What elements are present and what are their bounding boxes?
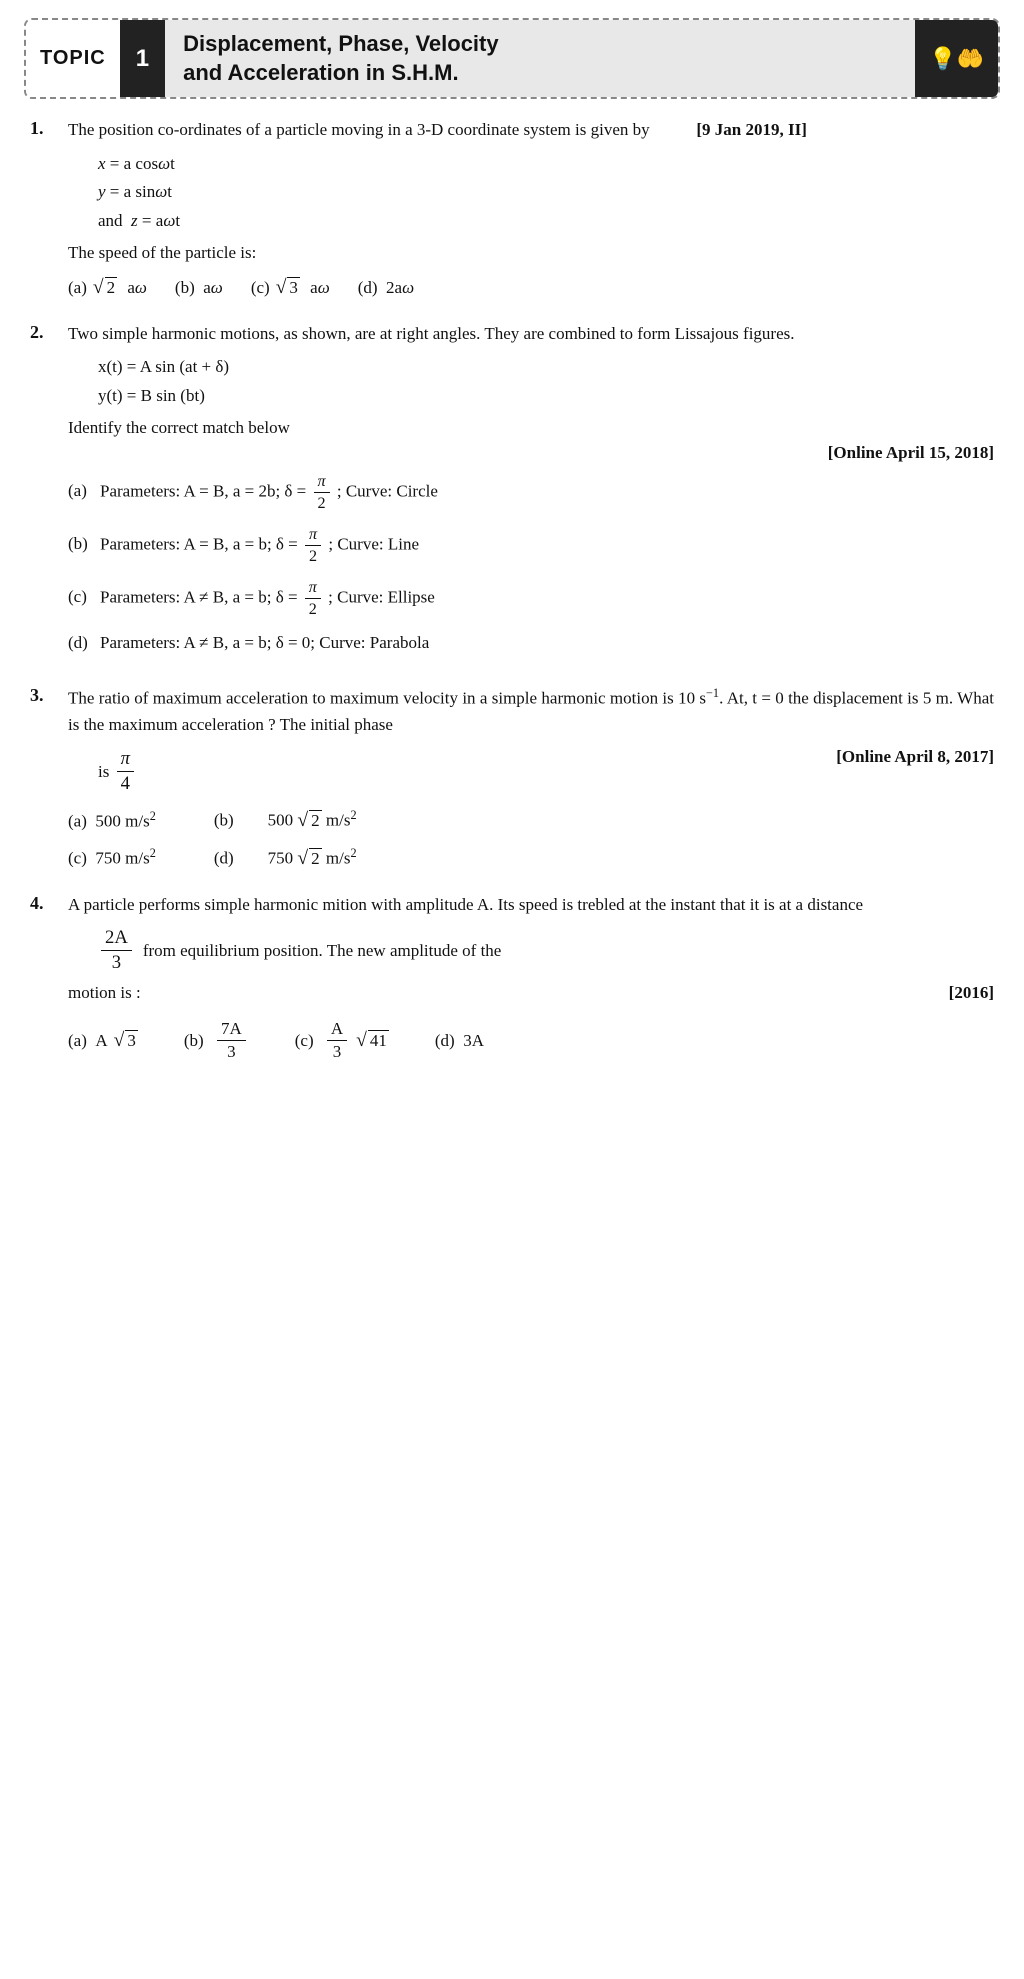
q1-sqrt2: √2 bbox=[93, 277, 117, 299]
q3-text: The ratio of maximum acceleration to max… bbox=[68, 684, 994, 738]
q4-options: (a) A √3 (b) 7A 3 (c) A 3 bbox=[68, 1018, 994, 1067]
q3-option-b: (b) 500 √2 m/s2 bbox=[214, 808, 357, 832]
q1-subtext: The speed of the particle is: bbox=[68, 240, 994, 266]
topic-number: 1 bbox=[120, 20, 165, 97]
q3-options-row1: (a) 500 m/s2 (b) 500 √2 m/s2 bbox=[68, 808, 994, 836]
topic-icon: 💡 🤲 bbox=[915, 20, 998, 97]
q4-option-a: (a) A √3 bbox=[68, 1030, 138, 1052]
q1-option-d: (d) 2aω bbox=[358, 278, 414, 298]
q4-option-d: (d) 3A bbox=[435, 1031, 484, 1051]
q1-equations: x = a cosωt y = a sinωt and z = aωt bbox=[98, 150, 994, 237]
q2-equations: x(t) = A sin (at + δ) y(t) = B sin (bt) bbox=[98, 353, 994, 411]
q2-body: Two simple harmonic motions, as shown, a… bbox=[68, 321, 994, 667]
q1-option-b: (b) aω bbox=[175, 278, 223, 298]
q3-option-c: (c) 750 m/s2 bbox=[68, 846, 156, 870]
topic-text: TOPIC bbox=[40, 47, 106, 70]
q2-option-c: (c) Parameters: A ≠ B, a = b; δ = π 2 ; … bbox=[68, 577, 994, 620]
q4-number: 4. bbox=[30, 892, 68, 914]
q1-eq1: x = a cosωt bbox=[98, 150, 994, 179]
q4-option-b: (b) 7A 3 bbox=[184, 1018, 249, 1063]
q2-eq1: x(t) = A sin (at + δ) bbox=[98, 353, 994, 382]
q1-eq2: y = a sinωt bbox=[98, 178, 994, 207]
q2-option-a: (a) Parameters: A = B, a = 2b; δ = π 2 ;… bbox=[68, 471, 994, 514]
question-2: 2. Two simple harmonic motions, as shown… bbox=[30, 321, 994, 667]
question-1: 1. The position co-ordinates of a partic… bbox=[30, 117, 994, 302]
q3-frac: is π 4 bbox=[98, 747, 137, 797]
q3-options: (a) 500 m/s2 (b) 500 √2 m/s2 (c) bbox=[68, 808, 994, 873]
q3-frac-row: is π 4 [Online April 8, 2017] bbox=[68, 747, 994, 797]
q1-option-c: (c) √3 aω bbox=[251, 277, 330, 299]
q1-text: The position co-ordinates of a particle … bbox=[68, 117, 994, 143]
q4-motion-row: motion is : [2016] bbox=[68, 980, 994, 1006]
q1-options: (a) √2 aω (b) aω (c) √3 aω bbox=[68, 277, 994, 303]
q1-sqrt3: √3 bbox=[276, 277, 300, 299]
q2-number: 2. bbox=[30, 321, 68, 343]
question-4: 4. A particle performs simple harmonic m… bbox=[30, 892, 994, 1068]
topic-label: TOPIC bbox=[26, 20, 120, 97]
q1-ref: [9 Jan 2019, II] bbox=[654, 120, 807, 139]
q3-number: 3. bbox=[30, 684, 68, 706]
hand-icon: 🤲 bbox=[957, 46, 984, 72]
q2-options: (a) Parameters: A = B, a = 2b; δ = π 2 ;… bbox=[68, 471, 994, 656]
q4-subtext: motion is : bbox=[68, 980, 141, 1006]
question-3: 3. The ratio of maximum acceleration to … bbox=[30, 684, 994, 873]
q2-eq2: y(t) = B sin (bt) bbox=[98, 382, 994, 411]
q1-body: The position co-ordinates of a particle … bbox=[68, 117, 994, 302]
q4-text: A particle performs simple harmonic miti… bbox=[68, 892, 994, 918]
q2-option-b: (b) Parameters: A = B, a = b; δ = π 2 ; … bbox=[68, 524, 994, 567]
q3-options-row2: (c) 750 m/s2 (d) 750 √2 m/s2 bbox=[68, 846, 994, 874]
q4-ref: [2016] bbox=[949, 983, 994, 1003]
q3-body: The ratio of maximum acceleration to max… bbox=[68, 684, 994, 873]
lightbulb-icon: 💡 bbox=[929, 46, 956, 72]
q2-text: Two simple harmonic motions, as shown, a… bbox=[68, 321, 994, 347]
main-content: 1. The position co-ordinates of a partic… bbox=[0, 117, 1024, 1115]
q1-number: 1. bbox=[30, 117, 68, 139]
q1-eq3: and z = aωt bbox=[98, 207, 994, 236]
q4-frac-row: 2A 3 from equilibrium position. The new … bbox=[98, 926, 994, 976]
topic-title: Displacement, Phase, Velocityand Acceler… bbox=[165, 20, 915, 97]
q1-option-a: (a) √2 aω bbox=[68, 277, 147, 299]
q2-ref: [Online April 15, 2018] bbox=[68, 443, 994, 463]
q3-ref: [Online April 8, 2017] bbox=[836, 747, 994, 767]
q3-option-d: (d) 750 √2 m/s2 bbox=[214, 846, 357, 870]
q4-option-c: (c) A 3 √41 bbox=[295, 1018, 389, 1063]
q3-option-a: (a) 500 m/s2 bbox=[68, 808, 156, 832]
page-header: TOPIC 1 Displacement, Phase, Velocityand… bbox=[24, 18, 1000, 99]
q2-subtext: Identify the correct match below bbox=[68, 415, 994, 441]
q4-body: A particle performs simple harmonic miti… bbox=[68, 892, 994, 1068]
q2-option-d: (d) Parameters: A ≠ B, a = b; δ = 0; Cur… bbox=[68, 630, 994, 656]
